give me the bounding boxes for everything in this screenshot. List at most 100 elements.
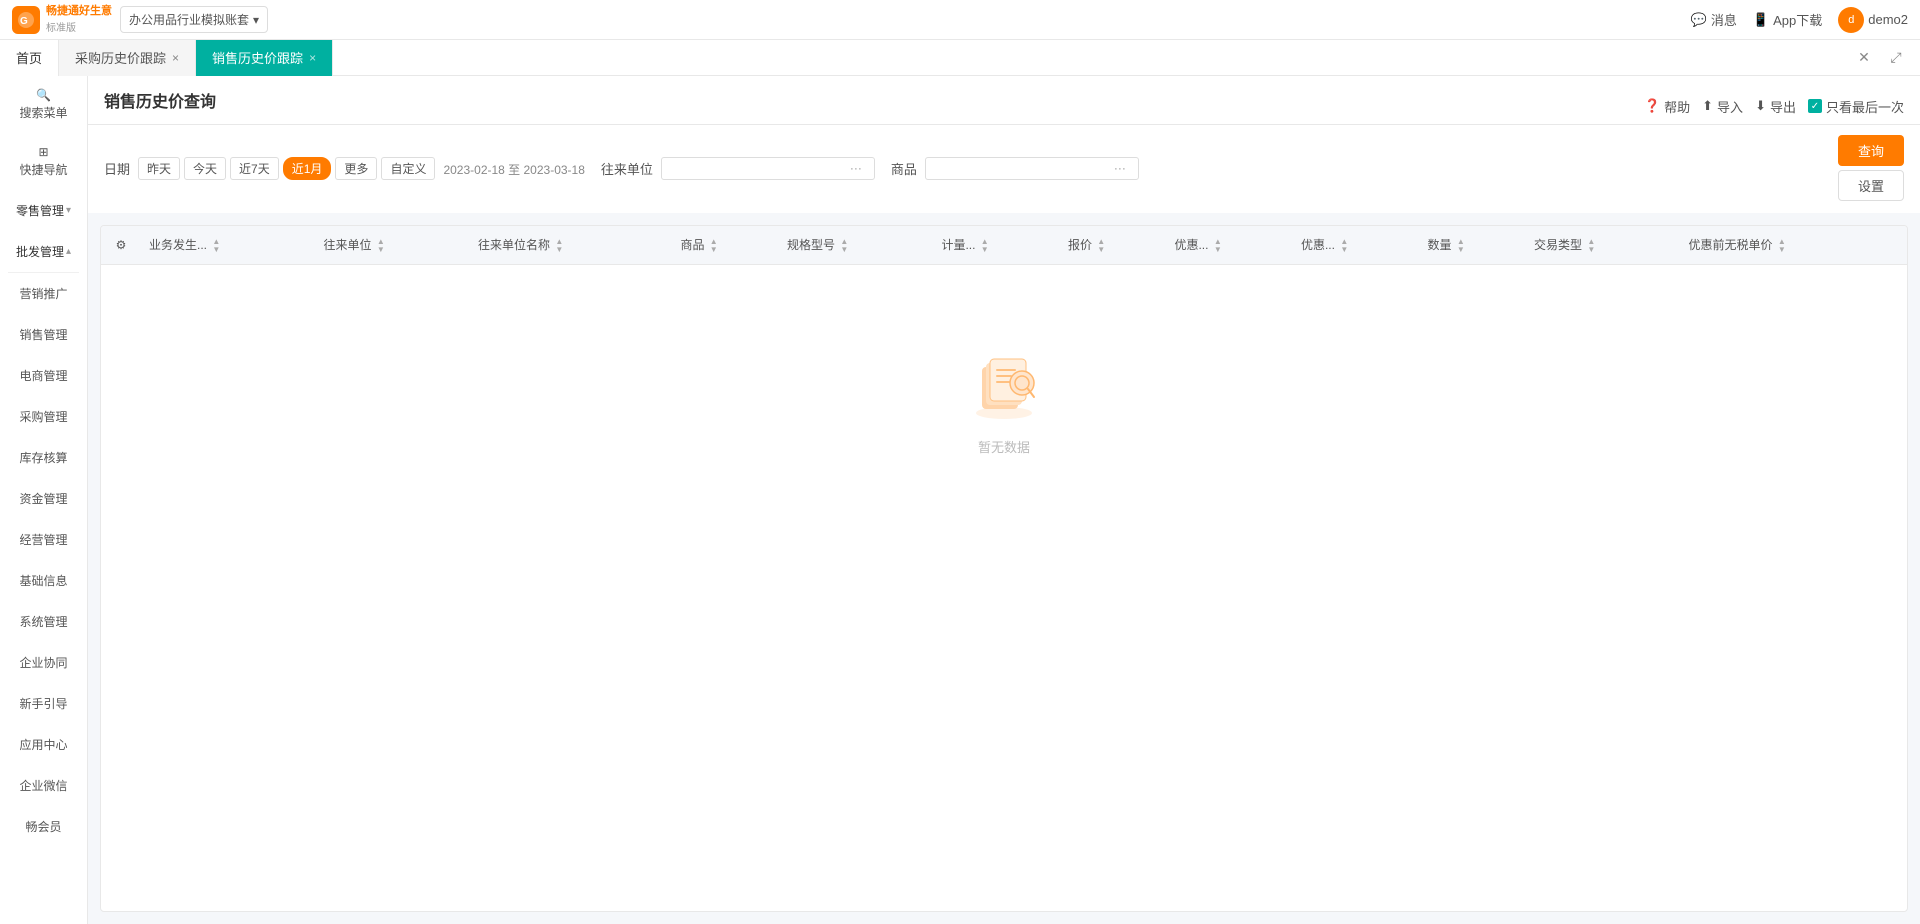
user-profile[interactable]: d demo2 [1838, 7, 1908, 33]
chevron-down-icon: ▾ [253, 13, 259, 27]
search-icon: 🔍 [36, 88, 51, 102]
th-product[interactable]: 商品 ▲▼ [672, 226, 779, 264]
tab-sales-history-close[interactable]: × [309, 51, 316, 65]
th-discount2[interactable]: 优惠... ▲▼ [1293, 226, 1420, 264]
import-icon: ⬆ [1702, 98, 1713, 114]
date-btn-today[interactable]: 今天 [184, 157, 226, 180]
tab-home[interactable]: 首页 [0, 40, 59, 76]
th-trade-type[interactable]: 交易类型 ▲▼ [1526, 226, 1680, 264]
date-btn-yesterday[interactable]: 昨天 [138, 157, 180, 180]
th-partner-code[interactable]: 往来单位 ▲▼ [315, 226, 469, 264]
sidebar-inventory-check-label: 库存核算 [19, 449, 67, 466]
message-btn[interactable]: 💬 消息 [1691, 10, 1737, 29]
th-trade-type-label: 交易类型 [1534, 238, 1582, 252]
sidebar-item-quick-nav[interactable]: ⊞ 快捷导航 [0, 133, 87, 190]
sidebar-item-ecommerce-mgmt[interactable]: 电商管理 [0, 355, 87, 396]
app-selector[interactable]: 办公用品行业模拟账套 ▾ [120, 6, 268, 33]
th-partner-name-label: 往来单位名称 [478, 238, 550, 252]
app-download-btn[interactable]: 📱 App下载 [1753, 10, 1822, 29]
sidebar-item-inventory-check[interactable]: 库存核算 [0, 437, 87, 478]
date-btn-more[interactable]: 更多 [335, 157, 377, 180]
sort-icon: ▲▼ [981, 238, 989, 254]
help-btn[interactable]: ❓ 帮助 [1644, 97, 1690, 116]
sort-icon: ▲▼ [1340, 238, 1348, 254]
tab-sales-history[interactable]: 销售历史价跟踪 × [196, 40, 333, 76]
expand-btn[interactable]: ⤢ [1884, 46, 1908, 70]
export-label: 导出 [1770, 97, 1796, 116]
grid-icon: ⊞ [38, 145, 48, 159]
sidebar-item-search-menu[interactable]: 🔍 搜索菜单 [0, 76, 87, 133]
th-unit[interactable]: 计量... ▲▼ [933, 226, 1060, 264]
logo-edition: 标准版 [46, 19, 112, 34]
settings-button[interactable]: 设置 [1838, 170, 1904, 201]
partner-input-wrapper[interactable]: ··· [661, 157, 875, 180]
sidebar-item-sales-mgmt[interactable]: 销售管理 [0, 314, 87, 355]
sort-icon: ▲▼ [710, 238, 718, 254]
th-partner-name[interactable]: 往来单位名称 ▲▼ [470, 226, 672, 264]
th-quantity[interactable]: 数量 ▲▼ [1419, 226, 1526, 264]
export-btn[interactable]: ⬇ 导出 [1755, 97, 1796, 116]
import-btn[interactable]: ⬆ 导入 [1702, 97, 1743, 116]
date-filter-label: 日期 [104, 159, 130, 178]
sidebar-item-business-mgmt[interactable]: 经营管理 [0, 519, 87, 560]
partner-input[interactable] [670, 161, 846, 176]
sidebar-item-basic-info[interactable]: 基础信息 [0, 560, 87, 601]
tab-sales-history-label: 销售历史价跟踪 [212, 48, 303, 67]
tab-purchase-history-close[interactable]: × [172, 51, 179, 65]
sidebar-search-menu-label: 搜索菜单 [19, 104, 67, 121]
th-quote[interactable]: 报价 ▲▼ [1060, 226, 1167, 264]
sort-icon: ▲▼ [1587, 238, 1595, 254]
sidebar-business-mgmt-label: 经营管理 [19, 531, 67, 548]
sort-icon: ▲▼ [1457, 238, 1465, 254]
sidebar-item-member[interactable]: 畅会员 [0, 806, 87, 847]
tab-purchase-history[interactable]: 采购历史价跟踪 × [59, 40, 196, 76]
sidebar-item-purchase-mgmt[interactable]: 采购管理 [0, 396, 87, 437]
date-btn-7days[interactable]: 近7天 [230, 157, 279, 180]
sort-icon: ▲▼ [212, 238, 220, 254]
user-name: demo2 [1868, 12, 1908, 27]
logo-icon: G [12, 6, 40, 34]
sidebar-item-enterprise-wechat[interactable]: 企业微信 [0, 765, 87, 806]
sidebar-item-enterprise-collab[interactable]: 企业协同 [0, 642, 87, 683]
th-pretax-price[interactable]: 优惠前无税单价 ▲▼ [1680, 226, 1907, 264]
page-title: 销售历史价查询 [104, 88, 216, 112]
sidebar-finance-mgmt-label: 资金管理 [19, 490, 67, 507]
partner-filter-label: 往来单位 [601, 159, 653, 178]
th-biz-date[interactable]: 业务发生... ▲▼ [141, 226, 315, 264]
empty-state-illustration [964, 345, 1044, 425]
query-button[interactable]: 查询 [1838, 135, 1904, 166]
sort-icon: ▲▼ [1214, 238, 1222, 254]
sidebar-quick-nav-label: 快捷导航 [19, 161, 67, 178]
data-table: ⚙ 业务发生... ▲▼ 往来单位 ▲▼ 往来单位名称 ▲▼ [101, 226, 1907, 265]
sidebar-item-app-center[interactable]: 应用中心 [0, 724, 87, 765]
date-btn-1month[interactable]: 近1月 [283, 157, 332, 180]
partner-input-dots[interactable]: ··· [846, 161, 866, 175]
only-last-checkbox[interactable]: 只看最后一次 [1808, 97, 1904, 116]
close-all-tabs-btn[interactable]: ✕ [1852, 46, 1876, 70]
sidebar-item-wholesale-mgmt[interactable]: 批发管理 ▴ [0, 231, 87, 272]
sort-icon: ▲▼ [1778, 238, 1786, 254]
th-settings[interactable]: ⚙ [101, 226, 141, 264]
product-input-wrapper[interactable]: ··· [925, 157, 1139, 180]
product-input[interactable] [934, 161, 1110, 176]
sidebar-item-beginner-guide[interactable]: 新手引导 [0, 683, 87, 724]
th-spec[interactable]: 规格型号 ▲▼ [779, 226, 933, 264]
date-filter-group: 日期 昨天 今天 近7天 近1月 更多 自定义 2023-02-18 至 202… [104, 157, 585, 180]
product-input-dots[interactable]: ··· [1110, 161, 1130, 175]
sidebar-system-mgmt-label: 系统管理 [19, 613, 67, 630]
message-icon: 💬 [1691, 12, 1707, 28]
sidebar-item-marketing[interactable]: 营销推广 [0, 273, 87, 314]
logo-brand: 畅捷通好生意 [46, 5, 112, 18]
th-discount1[interactable]: 优惠... ▲▼ [1166, 226, 1293, 264]
sidebar-enterprise-collab-label: 企业协同 [19, 654, 67, 671]
help-label: 帮助 [1664, 97, 1690, 116]
sidebar-item-retail-mgmt[interactable]: 零售管理 ▾ [0, 190, 87, 231]
avatar: d [1838, 7, 1864, 33]
th-pretax-price-label: 优惠前无税单价 [1688, 238, 1772, 252]
th-unit-label: 计量... [941, 238, 975, 252]
only-last-label: 只看最后一次 [1826, 97, 1904, 116]
date-btn-custom[interactable]: 自定义 [381, 157, 435, 180]
sidebar-item-finance-mgmt[interactable]: 资金管理 [0, 478, 87, 519]
sidebar-item-system-mgmt[interactable]: 系统管理 [0, 601, 87, 642]
sidebar-wholesale-mgmt-label: 批发管理 [16, 243, 64, 260]
